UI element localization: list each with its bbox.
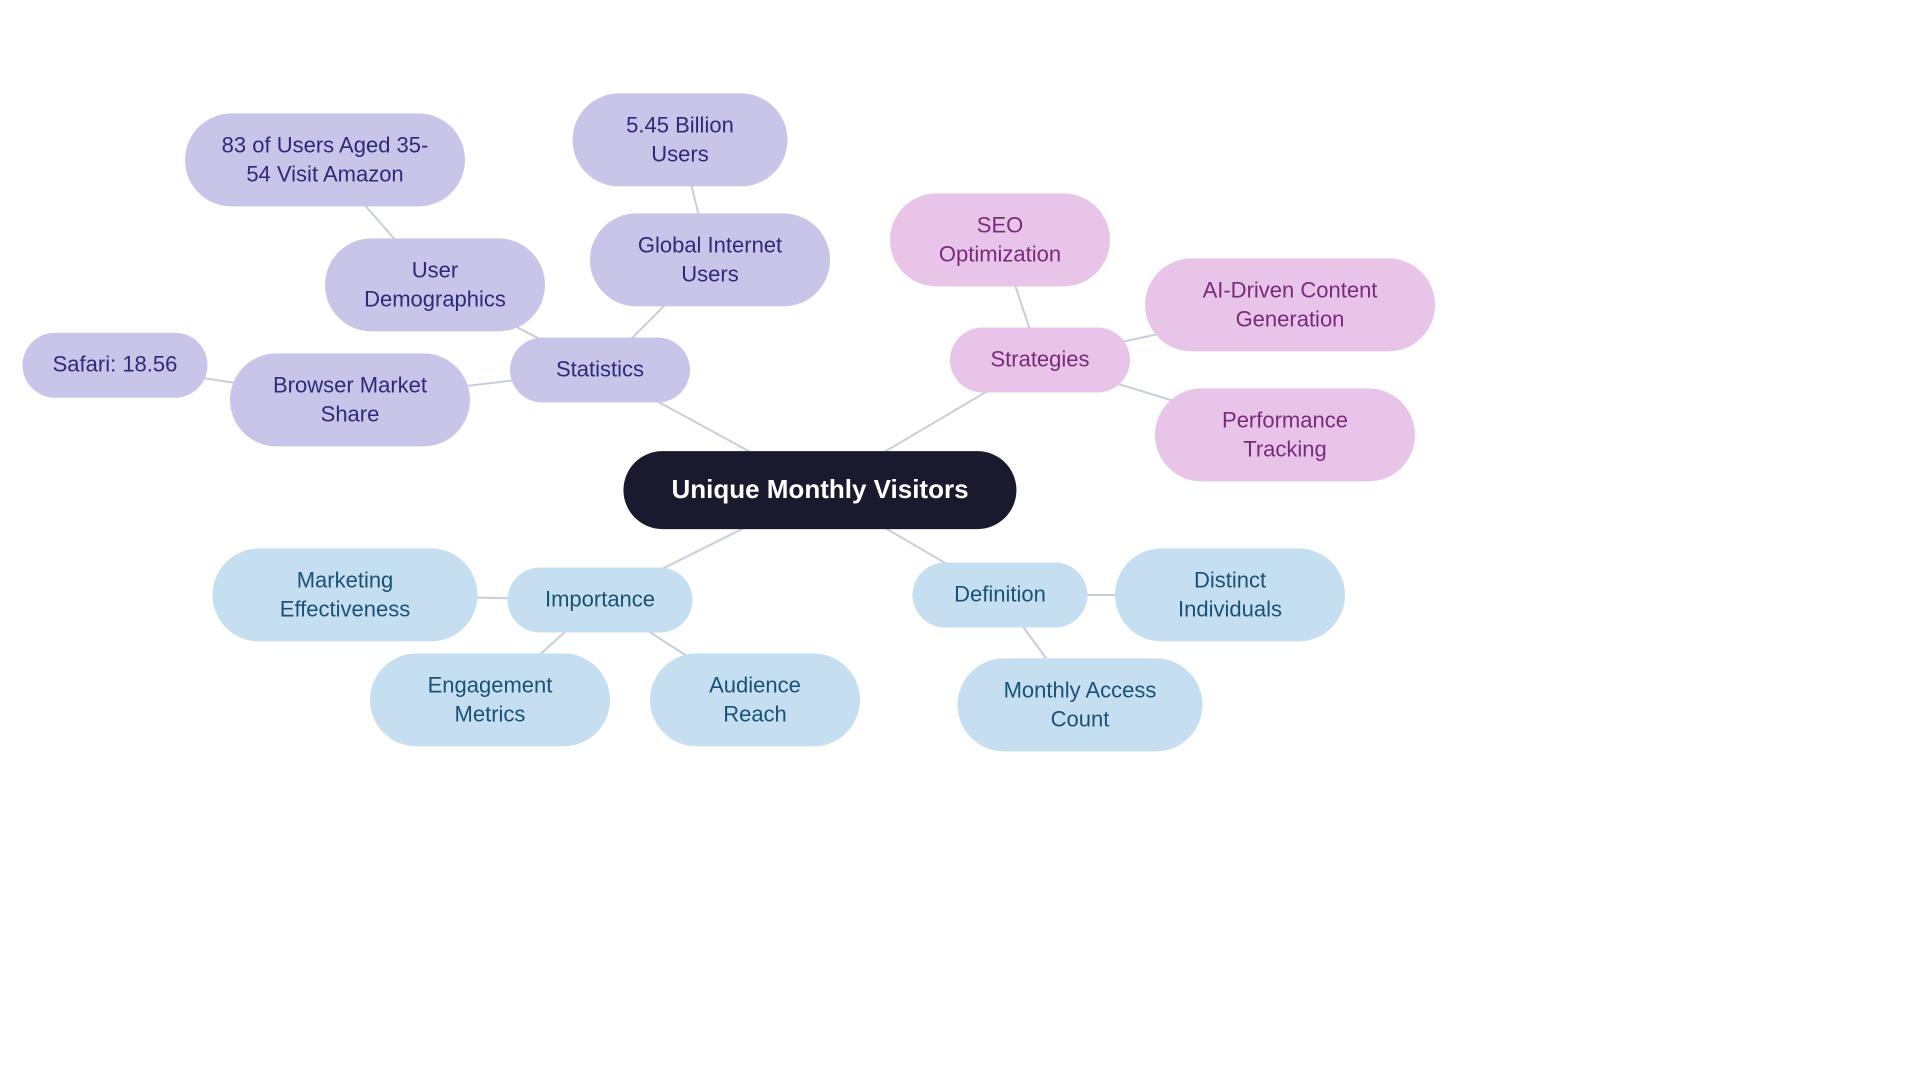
node-marketing-effectiveness[interactable]: Marketing Effectiveness [213,548,478,641]
node-statistics[interactable]: Statistics [510,338,690,403]
node-performance-tracking[interactable]: Performance Tracking [1155,388,1415,481]
node-audience-reach[interactable]: Audience Reach [650,653,860,746]
node-global-internet-users[interactable]: Global Internet Users [590,213,830,306]
node-ai-content[interactable]: AI-Driven Content Generation [1145,258,1435,351]
node-browser-market-share[interactable]: Browser Market Share [230,353,470,446]
node-seo-optimization[interactable]: SEO Optimization [890,193,1110,286]
mindmap-container: Unique Monthly Visitors Statistics User De… [0,0,1920,1083]
node-distinct-individuals[interactable]: Distinct Individuals [1115,548,1345,641]
node-definition[interactable]: Definition [913,563,1088,628]
center-node[interactable]: Unique Monthly Visitors [623,451,1016,529]
node-5-billion[interactable]: 5.45 Billion Users [573,93,788,186]
node-engagement-metrics[interactable]: Engagement Metrics [370,653,610,746]
node-importance[interactable]: Importance [508,568,693,633]
node-strategies[interactable]: Strategies [950,328,1130,393]
node-user-demographics[interactable]: User Demographics [325,238,545,331]
node-monthly-access-count[interactable]: Monthly Access Count [958,658,1203,751]
node-amazon-stat[interactable]: 83 of Users Aged 35-54 Visit Amazon [185,113,465,206]
node-safari[interactable]: Safari: 18.56 [23,333,208,398]
